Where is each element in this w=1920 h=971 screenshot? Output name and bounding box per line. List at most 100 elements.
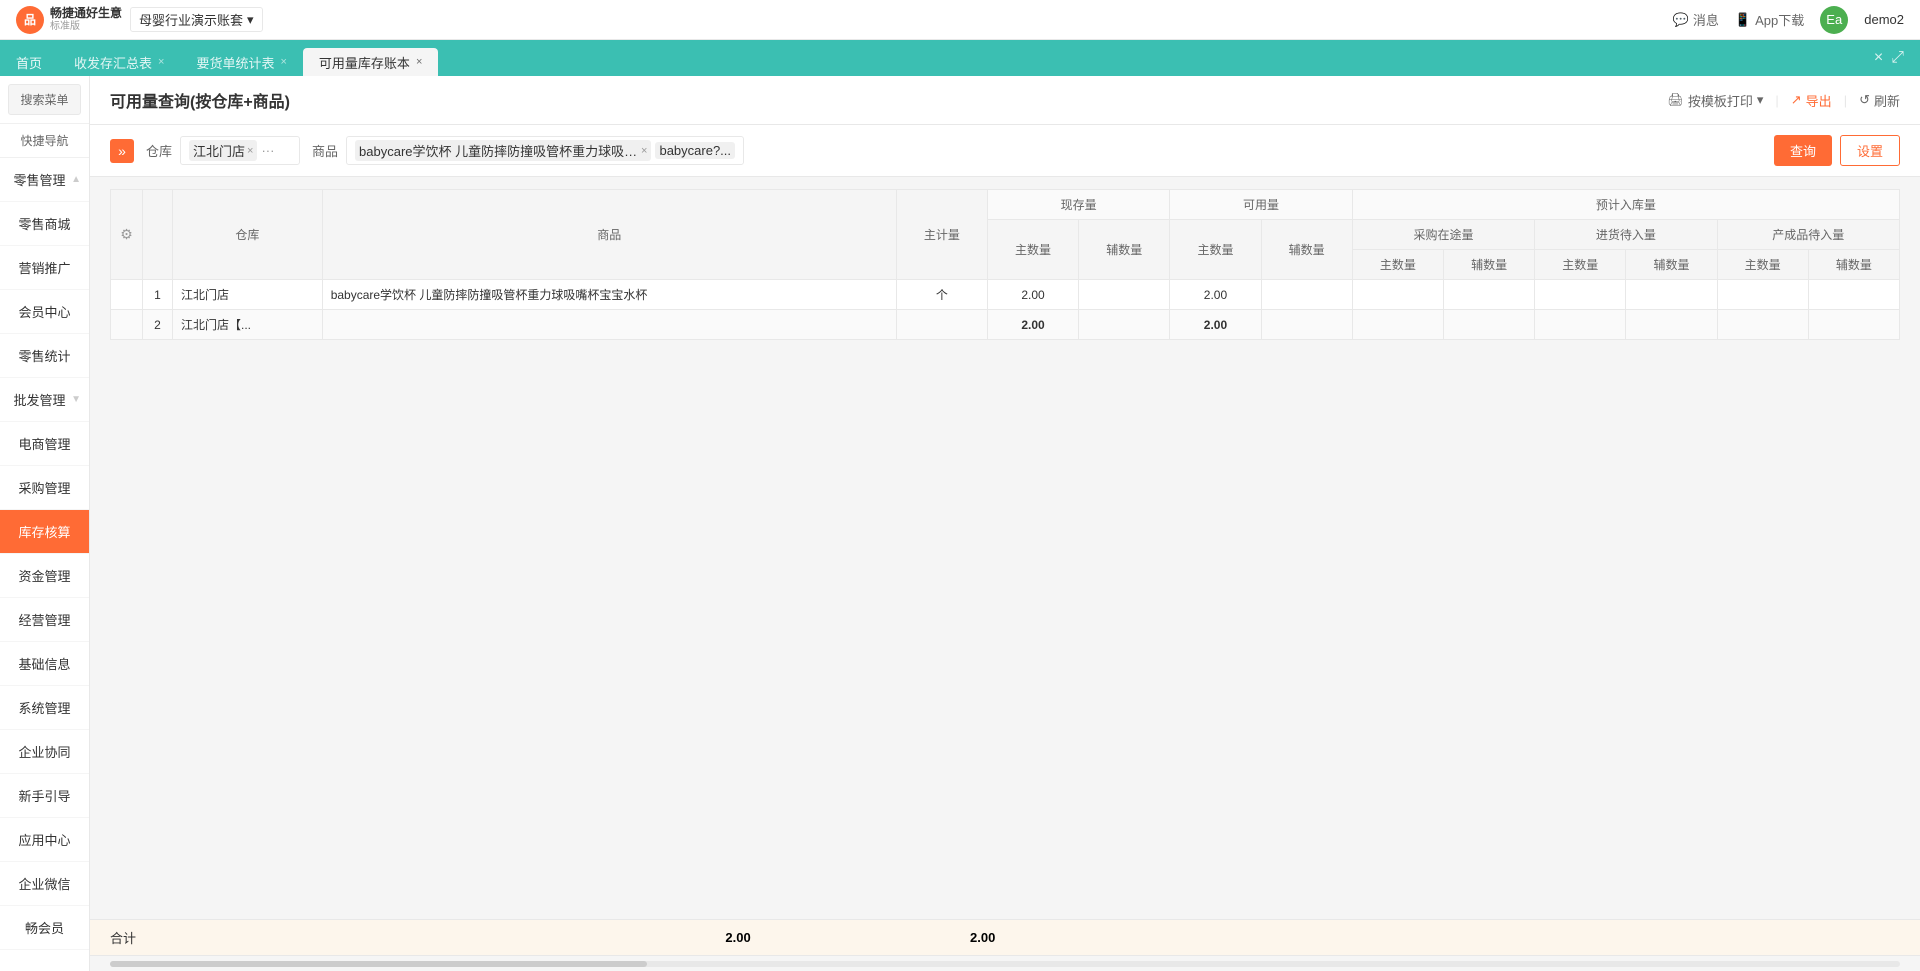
sidebar-item-app-center[interactable]: 应用中心 (0, 818, 89, 862)
tab-available-stock[interactable]: 可用量库存账本 × (303, 48, 438, 76)
sidebar-item-retail-mgmt[interactable]: 零售管理 ▲ (0, 158, 89, 202)
printer-icon: 🖨 (1667, 92, 1684, 108)
inbound-aux-qty-header: 辅数量 (1626, 250, 1717, 280)
export-button[interactable]: ↗ 导出 (1791, 91, 1832, 110)
tab-purchase-stats-label: 要货单统计表 (196, 53, 274, 72)
sidebar-item-enterprise-wechat-label: 企业微信 (8, 874, 81, 893)
logo-sub: 标准版 (50, 21, 122, 33)
row-goods-2 (322, 310, 896, 340)
scroll-track (110, 961, 1900, 967)
row-product-aux-2 (1808, 310, 1899, 340)
template-print-button[interactable]: 🖨 按模板打印 ▾ (1667, 91, 1763, 110)
sidebar-item-marketing[interactable]: 营销推广 (0, 246, 89, 290)
row-purchase-main-1 (1352, 280, 1443, 310)
tab-close-purchase-stats[interactable]: × (280, 56, 286, 68)
warehouse-filter-input[interactable]: 江北门店 × ··· (180, 136, 300, 165)
tab-close-receipts[interactable]: × (158, 56, 164, 68)
avail-aux-qty-header: 辅数量 (1261, 220, 1352, 280)
row-product-main-2 (1717, 310, 1808, 340)
warehouse-tag-close[interactable]: × (247, 145, 253, 157)
sidebar-item-ecommerce-mgmt-label: 电商管理 (8, 434, 81, 453)
goods-filter-input[interactable]: babycare学饮杯 儿童防摔防撞吸管杯重力球吸嘴杯宝宝水杯 × babyca… (346, 136, 744, 165)
filter-row: » 仓库 江北门店 × ··· 商品 babycare学饮杯 儿童防摔防撞吸管杯… (90, 125, 1920, 177)
sidebar-item-basic-info[interactable]: 基础信息 (0, 642, 89, 686)
search-menu-button[interactable]: 搜索菜单 (8, 84, 81, 115)
top-bar-left: 品 畅捷通好生意 标准版 母婴行业演示账套 ▾ (16, 6, 263, 34)
sidebar-item-finance-mgmt[interactable]: 资金管理 (0, 554, 89, 598)
row-stock-aux-1 (1079, 280, 1170, 310)
warehouse-filter-group: 仓库 江北门店 × ··· (146, 136, 300, 165)
warehouse-header: 仓库 (173, 190, 323, 280)
filter-expand-button[interactable]: » (110, 139, 134, 163)
query-button[interactable]: 查询 (1774, 135, 1832, 166)
sidebar-item-inventory[interactable]: 库存核算 (0, 510, 89, 554)
divider-1: | (1775, 93, 1778, 108)
sidebar-item-retail-mall[interactable]: 零售商城 (0, 202, 89, 246)
avatar[interactable]: Ea (1820, 6, 1848, 34)
row-avail-aux-2 (1261, 310, 1352, 340)
sidebar-item-member-plus[interactable]: 畅会员 (0, 906, 89, 950)
row-purchase-aux-1 (1443, 280, 1534, 310)
goods-tag-1-close[interactable]: × (641, 145, 647, 157)
sidebar-item-member-center[interactable]: 会员中心 (0, 290, 89, 334)
sidebar-item-retail-stats-label: 零售统计 (8, 346, 81, 365)
row-inbound-aux-1 (1626, 280, 1717, 310)
tab-purchase-stats[interactable]: 要货单统计表 × (180, 48, 302, 76)
close-all-button[interactable]: × (1874, 49, 1883, 67)
logo: 品 畅捷通好生意 标准版 (16, 6, 122, 34)
row-unit-1: 个 (896, 280, 987, 310)
sidebar-item-finance-mgmt-label: 资金管理 (8, 566, 81, 585)
tab-home[interactable]: 首页 (0, 48, 58, 76)
row-purchase-main-2 (1352, 310, 1443, 340)
table-area: ⚙ 仓库 商品 主计量 现存量 可用量 预计入库量 主数量 辅数量 主数量 (90, 177, 1920, 919)
sidebar-item-enterprise-collab[interactable]: 企业协同 (0, 730, 89, 774)
goods-tag-1: babycare学饮杯 儿童防摔防撞吸管杯重力球吸嘴杯宝宝水杯 × (355, 140, 651, 161)
sidebar-item-operations-mgmt[interactable]: 经营管理 (0, 598, 89, 642)
main-layout: 搜索菜单 快捷导航 零售管理 ▲ 零售商城 营销推广 会员中心 零售统计 批发管… (0, 76, 1920, 971)
expand-button[interactable]: ⤢ (1891, 49, 1904, 67)
app-download-button[interactable]: 📱 App下载 (1735, 10, 1804, 29)
sidebar-item-wholesale-mgmt[interactable]: 批发管理 ▼ (0, 378, 89, 422)
stock-main-qty-header: 主数量 (987, 220, 1078, 280)
table-row: 1 江北门店 babycare学饮杯 儿童防摔防撞吸管杯重力球吸嘴杯宝宝水杯 个… (111, 280, 1900, 310)
row-avail-main-1: 2.00 (1170, 280, 1261, 310)
setting-button[interactable]: 设置 (1840, 135, 1900, 166)
row-no-1: 1 (143, 280, 173, 310)
horizontal-scrollbar[interactable] (90, 955, 1920, 971)
tab-available-stock-label: 可用量库存账本 (319, 53, 410, 72)
tab-close-available-stock[interactable]: × (416, 56, 422, 68)
row-no-header (143, 190, 173, 280)
footer-avail-main: 2.00 (922, 930, 1044, 945)
sidebar-item-ecommerce-mgmt[interactable]: 电商管理 (0, 422, 89, 466)
message-button[interactable]: 💬 消息 (1673, 10, 1719, 29)
gear-header: ⚙ (111, 190, 143, 280)
sidebar-item-onboarding[interactable]: 新手引导 (0, 774, 89, 818)
quick-nav-button[interactable]: 快捷导航 (0, 124, 89, 158)
industry-selector[interactable]: 母婴行业演示账套 ▾ (130, 7, 263, 32)
filter-dots-1[interactable]: ··· (261, 143, 274, 158)
purchase-main-qty-header: 主数量 (1352, 250, 1443, 280)
sidebar-search-area: 搜索菜单 (0, 76, 89, 124)
goods-tag-2: babycare?... (655, 142, 735, 159)
logo-title: 畅捷通好生意 (50, 6, 122, 20)
sidebar-item-operations-mgmt-label: 经营管理 (8, 610, 81, 629)
tab-receipts[interactable]: 收发存汇总表 × (58, 48, 180, 76)
sidebar-item-member-center-label: 会员中心 (8, 302, 81, 321)
refresh-button[interactable]: ↺ 刷新 (1859, 91, 1900, 110)
column-settings-icon[interactable]: ⚙ (120, 226, 133, 242)
sidebar-item-app-center-label: 应用中心 (8, 830, 81, 849)
industry-label: 母婴行业演示账套 (139, 10, 243, 29)
available-header: 可用量 (1170, 190, 1352, 220)
sidebar-item-retail-stats[interactable]: 零售统计 (0, 334, 89, 378)
scroll-thumb[interactable] (110, 961, 647, 967)
sidebar-item-system-mgmt[interactable]: 系统管理 (0, 686, 89, 730)
inbound-pending-header: 进货待入量 (1535, 220, 1717, 250)
purchase-transit-header: 采购在途量 (1352, 220, 1534, 250)
sidebar-item-purchase-mgmt[interactable]: 采购管理 (0, 466, 89, 510)
mobile-icon: 📱 (1735, 12, 1751, 28)
current-stock-header: 现存量 (987, 190, 1169, 220)
message-label: 消息 (1693, 10, 1719, 29)
row-warehouse-2: 江北门店【... (173, 310, 323, 340)
sidebar-item-wholesale-mgmt-label: 批发管理 (8, 390, 71, 409)
sidebar-item-enterprise-wechat[interactable]: 企业微信 (0, 862, 89, 906)
